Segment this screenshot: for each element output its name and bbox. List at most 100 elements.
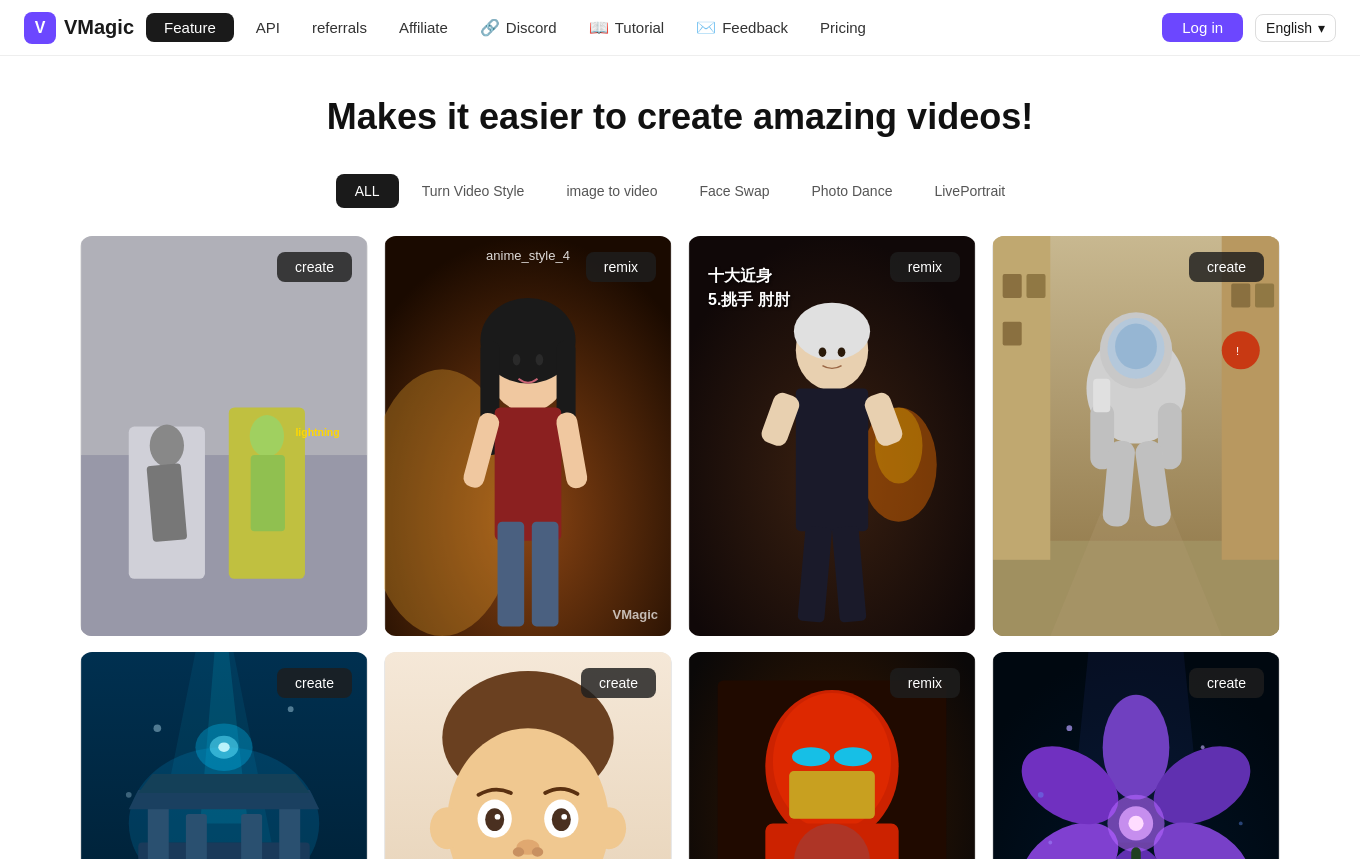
language-label: English (1266, 20, 1312, 36)
svg-point-20 (513, 354, 521, 365)
main-content: Makes it easier to create amazing videos… (0, 56, 1360, 859)
svg-point-33 (838, 347, 846, 357)
svg-point-80 (552, 808, 571, 831)
affiliate-link[interactable]: Affiliate (385, 13, 462, 42)
svg-rect-17 (532, 522, 559, 627)
card-5-create-button[interactable]: create (277, 668, 352, 698)
svg-rect-6 (146, 463, 187, 542)
card-2[interactable]: anime_style_4 remix VMagic (384, 236, 672, 636)
referrals-link[interactable]: referrals (298, 13, 381, 42)
svg-rect-96 (789, 771, 875, 819)
card-watermark-2: VMagic (612, 607, 658, 622)
tab-liveportrait[interactable]: LivePortrait (915, 174, 1024, 208)
svg-point-26 (794, 303, 870, 360)
svg-rect-38 (1003, 274, 1022, 298)
svg-point-49 (1115, 324, 1157, 370)
svg-rect-125 (1131, 847, 1141, 859)
svg-point-75 (430, 807, 464, 849)
tab-turn-video-style[interactable]: Turn Video Style (403, 174, 544, 208)
tab-all[interactable]: ALL (336, 174, 399, 208)
tab-face-swap[interactable]: Face Swap (680, 174, 788, 208)
svg-point-69 (154, 724, 162, 732)
hero-title: Makes it easier to create amazing videos… (20, 96, 1340, 138)
svg-rect-39 (1026, 274, 1045, 298)
chevron-down-icon: ▾ (1318, 20, 1325, 36)
svg-rect-60 (148, 804, 169, 859)
tutorial-icon: 📖 (589, 18, 609, 37)
card-1[interactable]: lightning create (80, 236, 368, 636)
svg-point-70 (288, 706, 294, 712)
card-image-2 (384, 236, 672, 636)
api-link[interactable]: API (242, 13, 294, 42)
category-tabs: ALLTurn Video Styleimage to videoFace Sw… (20, 174, 1340, 208)
svg-rect-15 (495, 407, 562, 540)
navbar: V VMagic Feature API referrals Affiliate… (0, 0, 1360, 56)
svg-rect-62 (241, 814, 262, 859)
card-image-1: lightning (80, 236, 368, 636)
svg-point-5 (150, 425, 184, 467)
svg-point-68 (218, 742, 229, 752)
tutorial-link[interactable]: 📖 Tutorial (575, 12, 678, 43)
svg-point-44 (1222, 331, 1260, 369)
tab-photo-dance[interactable]: Photo Dance (793, 174, 912, 208)
card-3[interactable]: 十大近身5.挑手 肘肘 remix (688, 236, 976, 636)
logo-text: VMagic (64, 16, 134, 39)
card-3-remix-button[interactable]: remix (890, 252, 960, 282)
svg-point-118 (1128, 816, 1143, 831)
svg-rect-63 (279, 804, 300, 859)
svg-rect-40 (1003, 322, 1022, 346)
feedback-icon: ✉️ (696, 18, 716, 37)
card-8-create-button[interactable]: create (1189, 668, 1264, 698)
logo[interactable]: V VMagic (24, 12, 134, 44)
svg-point-85 (532, 847, 543, 857)
card-7[interactable]: remix (688, 652, 976, 859)
svg-point-71 (126, 792, 132, 798)
tab-image-to-video[interactable]: image to video (547, 174, 676, 208)
svg-point-32 (819, 347, 827, 357)
svg-point-120 (1201, 745, 1205, 749)
feature-button[interactable]: Feature (146, 13, 234, 42)
card-overlay-3: 十大近身5.挑手 肘肘 (708, 264, 790, 312)
logo-icon: V (24, 12, 56, 44)
card-image-4: ! (992, 236, 1280, 636)
svg-rect-41 (1231, 284, 1250, 308)
svg-rect-27 (796, 388, 868, 531)
card-8[interactable]: create (992, 652, 1280, 859)
svg-point-97 (792, 747, 830, 766)
svg-point-119 (1066, 725, 1072, 731)
svg-marker-65 (138, 774, 309, 793)
login-button[interactable]: Log in (1162, 13, 1243, 42)
svg-text:!: ! (1236, 345, 1239, 357)
card-7-remix-button[interactable]: remix (890, 668, 960, 698)
card-2-remix-button[interactable]: remix (586, 252, 656, 282)
card-6[interactable]: create (384, 652, 672, 859)
card-label-2: anime_style_4 (486, 248, 570, 263)
pricing-link[interactable]: Pricing (806, 13, 880, 42)
svg-point-81 (495, 814, 501, 820)
discord-link[interactable]: 🔗 Discord (466, 12, 571, 43)
discord-icon: 🔗 (480, 18, 500, 37)
svg-point-98 (834, 747, 872, 766)
card-1-create-button[interactable]: create (277, 252, 352, 282)
svg-point-7 (250, 415, 284, 457)
svg-point-82 (561, 814, 567, 820)
svg-point-129 (1239, 822, 1243, 826)
language-selector[interactable]: English ▾ (1255, 14, 1336, 42)
svg-point-84 (513, 847, 524, 857)
card-5[interactable]: create (80, 652, 368, 859)
feedback-link[interactable]: ✉️ Feedback (682, 12, 802, 43)
svg-point-79 (485, 808, 504, 831)
svg-point-121 (1048, 841, 1052, 845)
card-4[interactable]: ! create (992, 236, 1280, 636)
svg-rect-1 (81, 455, 367, 636)
card-6-create-button[interactable]: create (581, 668, 656, 698)
svg-point-128 (1038, 792, 1044, 798)
svg-rect-16 (498, 522, 525, 627)
svg-point-76 (592, 807, 626, 849)
cards-grid: lightning create (80, 236, 1280, 859)
svg-rect-54 (1093, 379, 1110, 412)
card-4-create-button[interactable]: create (1189, 252, 1264, 282)
svg-text:lightning: lightning (295, 427, 339, 438)
svg-rect-61 (186, 814, 207, 859)
svg-point-21 (536, 354, 544, 365)
